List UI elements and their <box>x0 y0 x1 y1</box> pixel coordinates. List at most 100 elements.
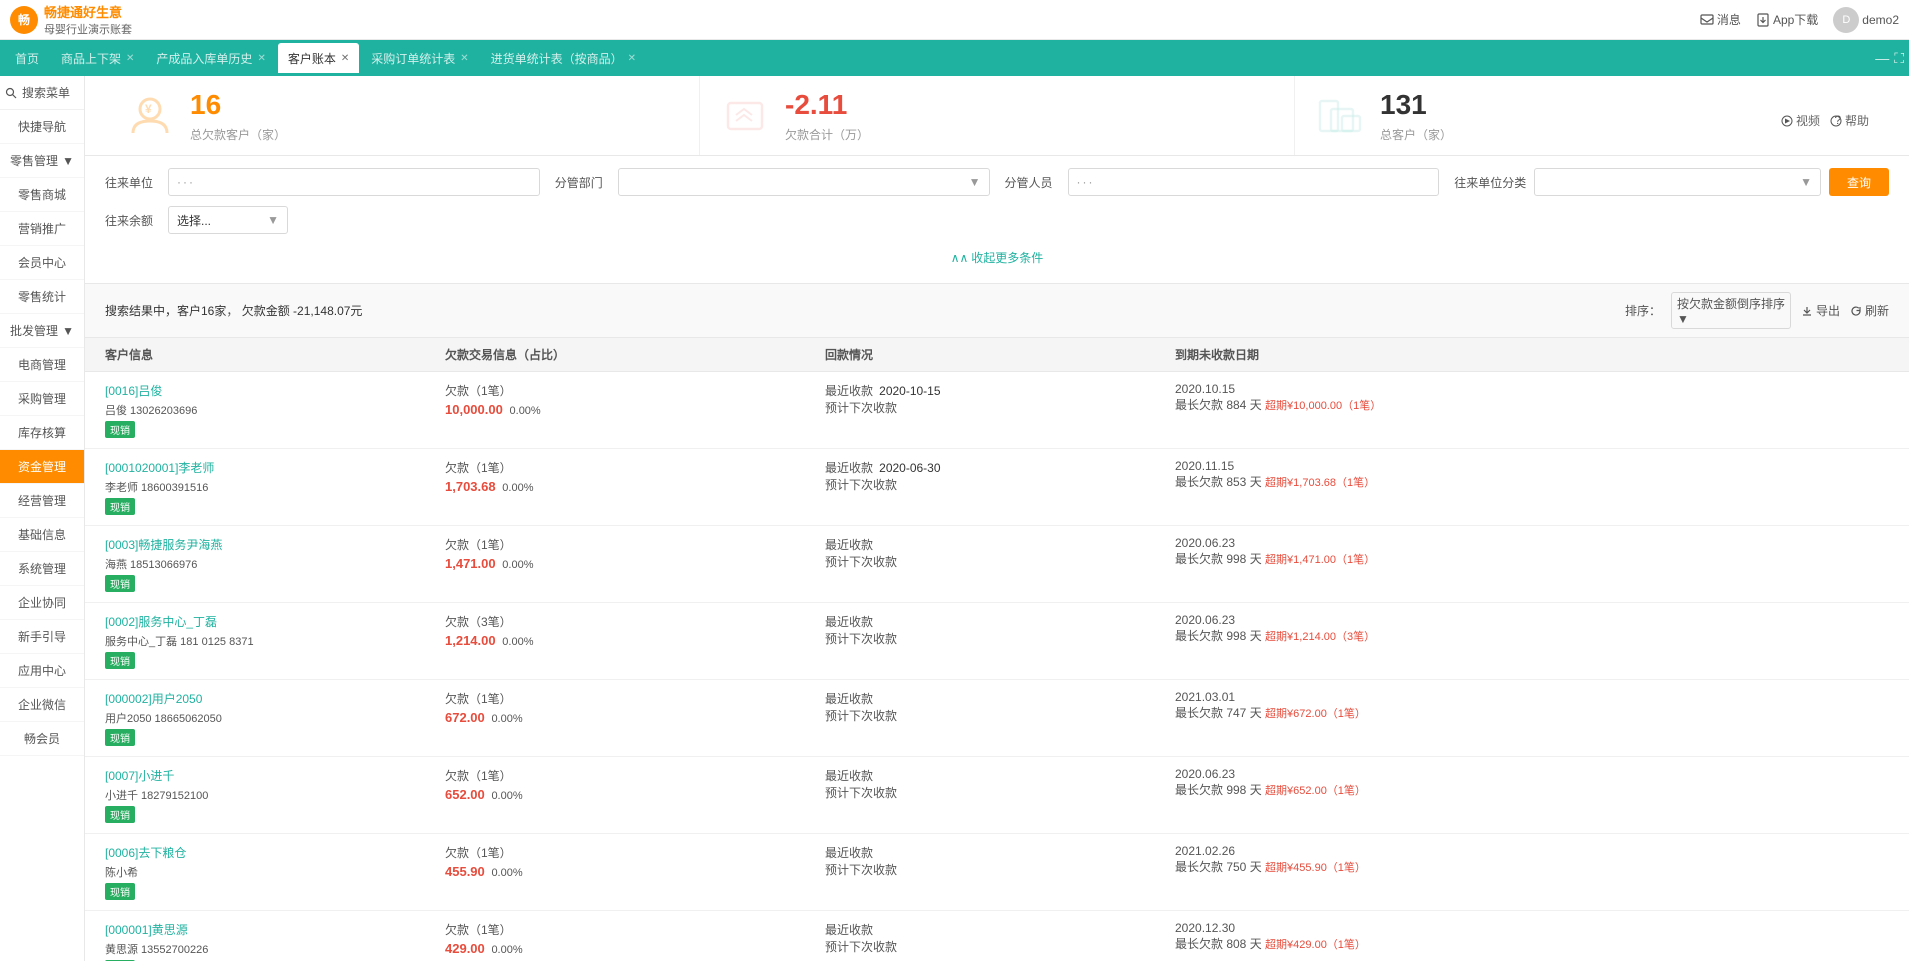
debt-customers-label: 总欠款客户（家） <box>190 126 286 143</box>
tab-minimize-btn[interactable]: — <box>1875 50 1889 66</box>
due-cell-0: 2020.10.15 最长欠款 884 天 超期¥10,000.00（1笔） <box>1175 382 1889 413</box>
sidebar-item-retail-mgmt[interactable]: 零售管理 ▼ <box>0 144 84 178</box>
debt-amount-4[interactable]: 672.00 <box>445 710 485 725</box>
sidebar-item-inventory[interactable]: 库存核算 <box>0 416 84 450</box>
overdue-link-1[interactable]: 超期¥1,703.68（1笔） <box>1265 477 1375 489</box>
export-btn[interactable]: 导出 <box>1801 302 1840 319</box>
tab-purchase-order[interactable]: 采购订单统计表 ✕ <box>361 43 478 73</box>
sidebar-item-retail-mall[interactable]: 零售商城 <box>0 178 84 212</box>
sidebar-item-system[interactable]: 系统管理 <box>0 552 84 586</box>
help-btn[interactable]: ? 帮助 <box>1830 112 1869 129</box>
customer-code-4[interactable]: [000002]用户2050 <box>105 690 445 707</box>
customer-code-6[interactable]: [0006]去下粮仓 <box>105 844 445 861</box>
dept-input[interactable]: ▼ <box>618 168 990 196</box>
refresh-btn[interactable]: 刷新 <box>1850 302 1889 319</box>
debt-amount-2[interactable]: 1,471.00 <box>445 556 496 571</box>
sidebar-item-ops-mgmt[interactable]: 经营管理 <box>0 484 84 518</box>
table-container: 客户信息 欠款交易信息（占比） 回款情况 到期未收款日期 [0016]吕俊 吕俊… <box>85 338 1909 961</box>
customer-code-3[interactable]: [0002]服务中心_丁磊 <box>105 613 445 630</box>
tab-purchase-stats[interactable]: 进货单统计表（按商品） ✕ <box>481 43 646 73</box>
tab-close-product-offshelf[interactable]: ✕ <box>126 53 134 64</box>
tab-close-purchase-stats[interactable]: ✕ <box>628 53 636 64</box>
tab-close-product-history[interactable]: ✕ <box>257 53 265 64</box>
sidebar-item-purchase[interactable]: 采购管理 <box>0 382 84 416</box>
filter-unit-category: 往来单位分类 ▼ 查询 <box>1454 168 1889 196</box>
debt-amount-3[interactable]: 1,214.00 <box>445 633 496 648</box>
debt-info-cell-2: 欠款（1笔） 1,471.00 0.00% <box>445 536 825 571</box>
sidebar-item-member-center[interactable]: 会员中心 <box>0 246 84 280</box>
tab-close-customer-account[interactable]: ✕ <box>341 53 349 64</box>
sidebar-item-marketing[interactable]: 营销推广 <box>0 212 84 246</box>
main-layout: 搜索菜单 快捷导航 零售管理 ▼ 零售商城 营销推广 会员中心 零售统计 批发管… <box>0 76 1909 961</box>
debt-amount-7[interactable]: 429.00 <box>445 941 485 956</box>
balance-input[interactable]: 选择... ▼ <box>168 206 288 234</box>
logo-icon: 畅 <box>10 6 38 34</box>
overdue-link-3[interactable]: 超期¥1,214.00（3笔） <box>1265 631 1375 643</box>
user-menu[interactable]: D demo2 <box>1833 7 1899 33</box>
tab-product-offshelf[interactable]: 商品上下架 ✕ <box>51 43 144 73</box>
customer-info-cell: [0016]吕俊 吕俊 13026203696 现销 <box>105 382 445 438</box>
customer-code-2[interactable]: [0003]畅捷服务尹海燕 <box>105 536 445 553</box>
customer-code-0[interactable]: [0016]吕俊 <box>105 382 445 399</box>
message-btn[interactable]: 消息 <box>1700 11 1741 28</box>
sort-select[interactable]: 按欠款金额倒序排序 ▼ <box>1671 292 1791 329</box>
debt-amount-1[interactable]: 1,703.68 <box>445 479 496 494</box>
sidebar-quick-nav[interactable]: 快捷导航 <box>0 110 84 144</box>
logo-text: 畅捷通好生意 <box>44 2 132 21</box>
table-row: [000001]黄思源 黄思源 13552700226 现销 欠款（1笔） 42… <box>85 911 1909 961</box>
sidebar-item-wechat[interactable]: 企业微信 <box>0 688 84 722</box>
logo-area: 畅 畅捷通好生意 母婴行业演示账套 <box>10 2 132 37</box>
filter-bar: 往来单位 ··· 分管部门 ▼ 分管人员 ··· <box>85 156 1909 284</box>
sidebar-item-basic-info[interactable]: 基础信息 <box>0 518 84 552</box>
search-button[interactable]: 查询 <box>1829 168 1889 196</box>
customer-code-1[interactable]: [0001020001]李老师 <box>105 459 445 476</box>
overdue-link-7[interactable]: 超期¥429.00（1笔） <box>1265 939 1366 951</box>
overdue-link-2[interactable]: 超期¥1,471.00（1笔） <box>1265 554 1375 566</box>
col-debt-info: 欠款交易信息（占比） <box>445 346 825 363</box>
overdue-link-6[interactable]: 超期¥455.90（1笔） <box>1265 862 1366 874</box>
source-unit-input[interactable]: ··· <box>168 168 540 196</box>
due-cell-6: 2021.02.26 最长欠款 750 天 超期¥455.90（1笔） <box>1175 844 1889 875</box>
debt-info-cell-5: 欠款（1笔） 652.00 0.00% <box>445 767 825 802</box>
filter-row-2: 往来余额 选择... ▼ <box>105 206 1889 234</box>
chevron-down-icon4: ▼ <box>1800 175 1812 189</box>
customer-code-7[interactable]: [000001]黄思源 <box>105 921 445 938</box>
person-label: 分管人员 <box>1005 174 1060 191</box>
sidebar-item-newbie[interactable]: 新手引导 <box>0 620 84 654</box>
sidebar-item-finance[interactable]: 资金管理 <box>0 450 84 484</box>
debt-info-cell-7: 欠款（1笔） 429.00 0.00% <box>445 921 825 956</box>
filter-person: 分管人员 ··· <box>1005 168 1440 196</box>
tab-close-purchase-order[interactable]: ✕ <box>460 53 468 64</box>
debt-amount-5[interactable]: 652.00 <box>445 787 485 802</box>
sidebar-item-member-vip[interactable]: 畅会员 <box>0 722 84 756</box>
overdue-link-5[interactable]: 超期¥652.00（1笔） <box>1265 785 1366 797</box>
tab-maximize-btn[interactable]: ⛶ <box>1894 50 1904 67</box>
sidebar-item-app-center[interactable]: 应用中心 <box>0 654 84 688</box>
sidebar-search-btn[interactable]: 搜索菜单 <box>0 76 84 110</box>
overdue-link-4[interactable]: 超期¥672.00（1笔） <box>1265 708 1366 720</box>
due-cell-4: 2021.03.01 最长欠款 747 天 超期¥672.00（1笔） <box>1175 690 1889 721</box>
due-cell-1: 2020.11.15 最长欠款 853 天 超期¥1,703.68（1笔） <box>1175 459 1889 490</box>
customer-code-5[interactable]: [0007]小进千 <box>105 767 445 784</box>
sidebar-item-ecommerce[interactable]: 电商管理 <box>0 348 84 382</box>
debt-amount-0[interactable]: 10,000.00 <box>445 402 503 417</box>
unit-category-input[interactable]: ▼ <box>1534 168 1821 196</box>
sidebar-item-batch-mgmt[interactable]: 批发管理 ▼ <box>0 314 84 348</box>
person-input[interactable]: ··· <box>1068 168 1440 196</box>
overdue-link-0[interactable]: 超期¥10,000.00（1笔） <box>1265 400 1381 412</box>
sidebar-item-enterprise[interactable]: 企业协同 <box>0 586 84 620</box>
video-help-btn[interactable]: 视频 <box>1781 112 1820 129</box>
collapse-button[interactable]: ∧∧ 收起更多条件 <box>105 244 1889 271</box>
table-row: [0001020001]李老师 李老师 18600391516 现销 欠款（1笔… <box>85 449 1909 526</box>
debt-amount-6[interactable]: 455.90 <box>445 864 485 879</box>
tab-home[interactable]: 首页 <box>5 43 49 73</box>
stat-debt-amount: -2.11 欠款合计（万） <box>700 76 1295 155</box>
app-download-btn[interactable]: App下载 <box>1756 11 1818 28</box>
sidebar-item-retail-stats[interactable]: 零售统计 <box>0 280 84 314</box>
tab-customer-account[interactable]: 客户账本 ✕ <box>278 43 359 73</box>
due-cell-7: 2020.12.30 最长欠款 808 天 超期¥429.00（1笔） <box>1175 921 1889 952</box>
filter-source-unit: 往来单位 ··· <box>105 168 540 196</box>
customer-tag-1: 现销 <box>105 498 135 515</box>
chevron-down-icon3: ▼ <box>969 175 981 189</box>
tab-product-history[interactable]: 产成品入库单历史 ✕ <box>146 43 275 73</box>
